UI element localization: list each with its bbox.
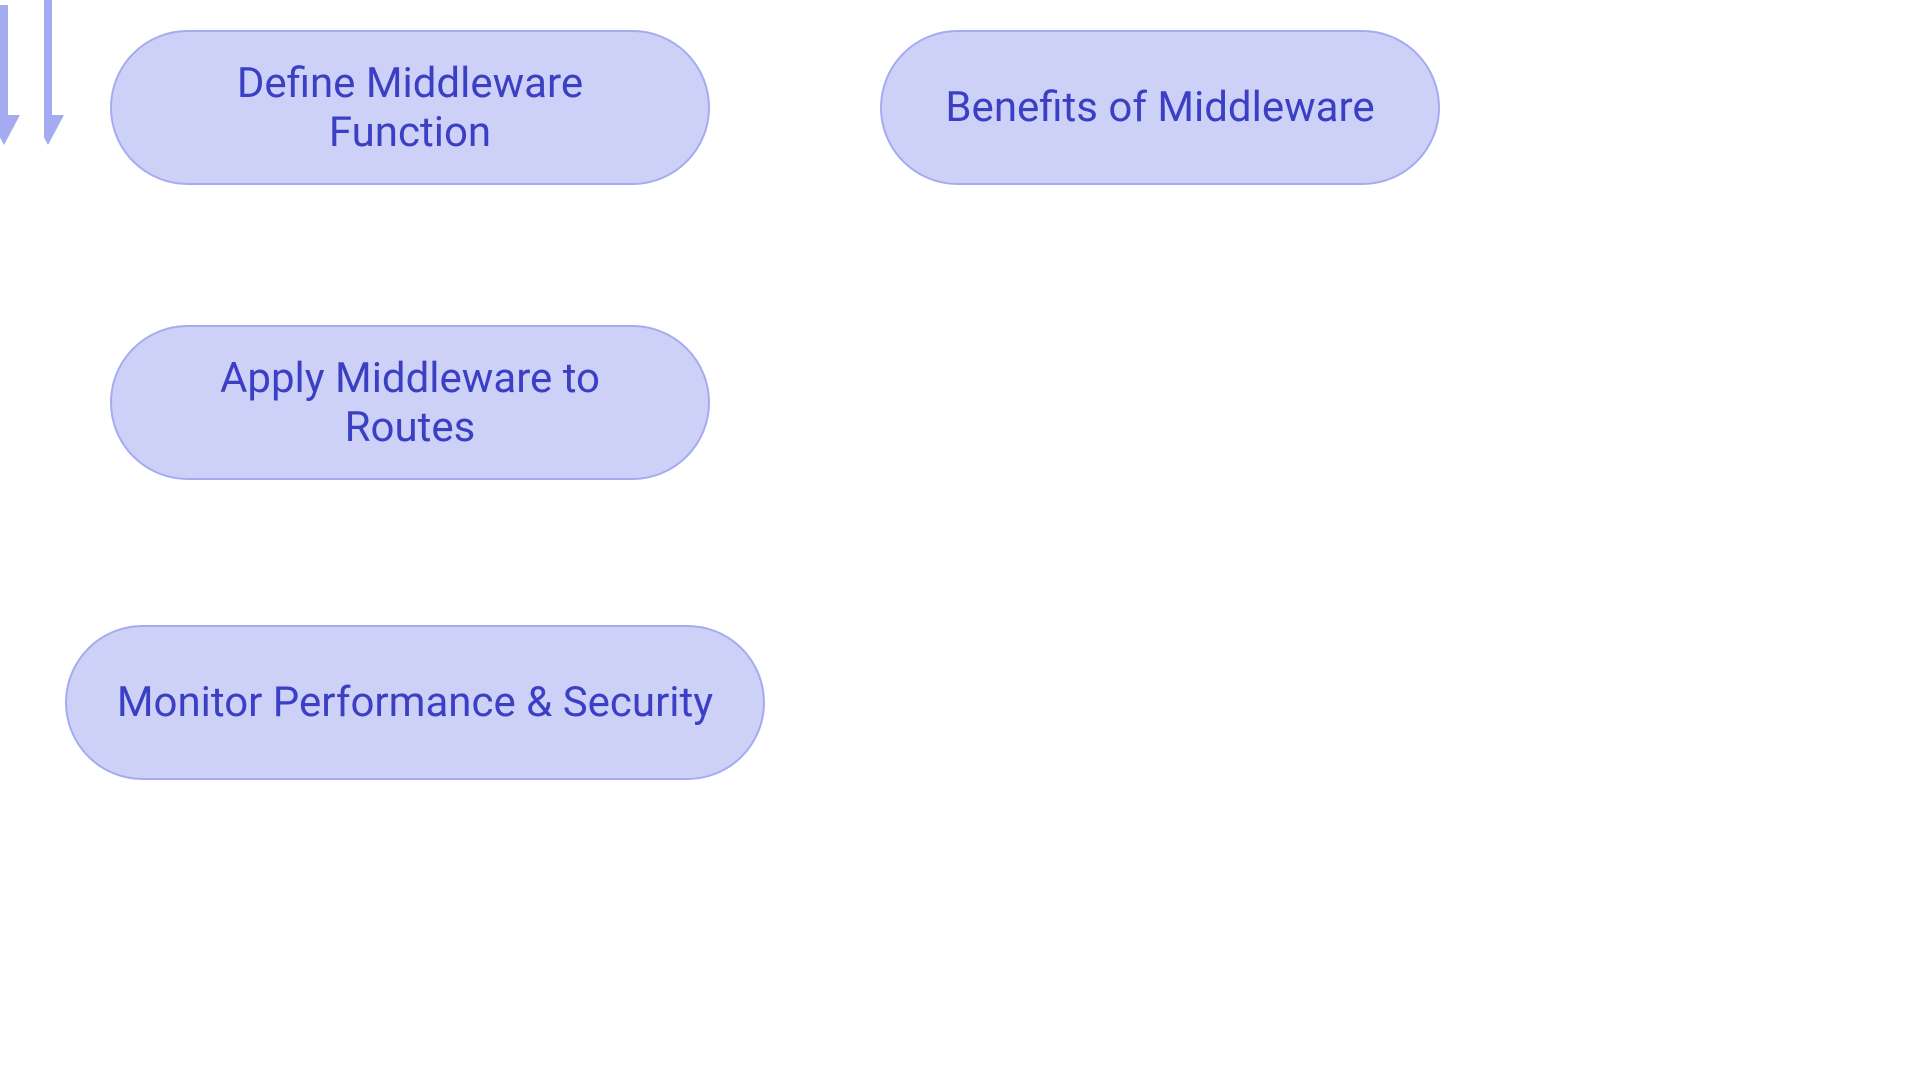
node-label: Apply Middleware to Routes: [152, 354, 668, 452]
arrow-icon: [44, 0, 84, 150]
arrow-icon: [0, 5, 40, 150]
arrow-head-icon: [0, 115, 20, 145]
flowchart-node-define: Define Middleware Function: [110, 30, 710, 185]
flowchart-node-monitor: Monitor Performance & Security: [65, 625, 765, 780]
flowchart-node-benefits: Benefits of Middleware: [880, 30, 1440, 185]
node-label: Benefits of Middleware: [945, 83, 1374, 132]
node-label: Define Middleware Function: [152, 59, 668, 157]
node-label: Monitor Performance & Security: [117, 678, 713, 727]
arrow-head-icon: [44, 115, 64, 145]
flowchart-node-apply: Apply Middleware to Routes: [110, 325, 710, 480]
